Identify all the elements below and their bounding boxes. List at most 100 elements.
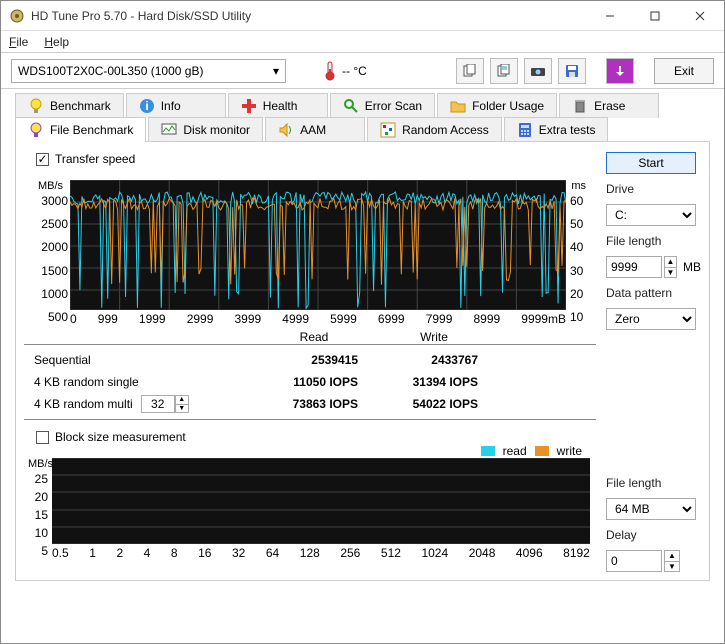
result-read: 73863 IOPS bbox=[254, 397, 374, 411]
result-write: 2433767 bbox=[374, 353, 494, 367]
info-icon: i bbox=[139, 98, 155, 114]
tab-file-benchmark[interactable]: File Benchmark bbox=[15, 117, 146, 142]
axis-tick: 1000 bbox=[36, 287, 68, 301]
results-hdr-read: Read bbox=[254, 330, 374, 344]
menu-help[interactable]: Help bbox=[44, 35, 69, 49]
svg-text:i: i bbox=[145, 99, 148, 113]
start-button[interactable]: Start bbox=[606, 152, 696, 174]
result-row: 4 KB random multi▲▼73863 IOPS54022 IOPS bbox=[24, 393, 596, 415]
copy-info-button[interactable] bbox=[456, 58, 484, 84]
random-icon bbox=[380, 122, 396, 138]
tab-health[interactable]: Health bbox=[228, 93, 328, 118]
block-size-checkbox[interactable]: Block size measurement bbox=[36, 430, 596, 444]
tabs-row-2: File BenchmarkDisk monitorAAMRandom Acce… bbox=[1, 117, 724, 141]
chart1-y-left-axis: 30002500200015001000500 bbox=[36, 194, 68, 324]
result-read: 11050 IOPS bbox=[254, 375, 374, 389]
folder-icon bbox=[450, 98, 466, 114]
exit-button[interactable]: Exit bbox=[654, 58, 714, 84]
transfer-speed-chart: MB/s ms 30002500200015001000500 60504030… bbox=[24, 180, 596, 326]
maximize-button[interactable] bbox=[632, 2, 677, 30]
tab-label: Health bbox=[263, 99, 298, 113]
tab-aam[interactable]: AAM bbox=[265, 117, 365, 142]
file-length2-select[interactable]: 64 MB bbox=[606, 498, 696, 520]
tab-info[interactable]: iInfo bbox=[126, 93, 226, 118]
axis-tick: 10 bbox=[570, 310, 590, 324]
transfer-speed-checkbox[interactable]: ✓ Transfer speed bbox=[36, 152, 596, 166]
chart2-y-left-axis: 252015105 bbox=[28, 472, 48, 558]
axis-tick: 4 bbox=[144, 546, 151, 560]
tab-random-access[interactable]: Random Access bbox=[367, 117, 502, 142]
file-length-unit: MB bbox=[683, 260, 701, 274]
file-length2-label: File length bbox=[606, 476, 701, 490]
bulb-alt-icon bbox=[28, 122, 44, 138]
copy-text-button[interactable] bbox=[490, 58, 518, 84]
axis-tick: 3000 bbox=[36, 194, 68, 208]
drive-letter-select[interactable]: C: bbox=[606, 204, 696, 226]
axis-tick: 2000 bbox=[36, 240, 68, 254]
axis-tick: 6999 bbox=[378, 312, 405, 326]
result-row: 4 KB random single11050 IOPS31394 IOPS bbox=[24, 371, 596, 393]
axis-tick: 25 bbox=[28, 472, 48, 486]
delay-stepper[interactable]: ▲▼ bbox=[606, 550, 701, 572]
axis-tick: 20 bbox=[28, 490, 48, 504]
axis-tick: 20 bbox=[570, 287, 590, 301]
axis-tick: 8192 bbox=[563, 546, 590, 560]
stepper-buttons[interactable]: ▲▼ bbox=[664, 256, 677, 278]
tab-erase[interactable]: Erase bbox=[559, 93, 659, 118]
temperature-value: -- °C bbox=[342, 64, 367, 78]
tab-folder-usage[interactable]: Folder Usage bbox=[437, 93, 557, 118]
threads-input[interactable] bbox=[141, 395, 175, 413]
axis-tick: 60 bbox=[570, 194, 590, 208]
tab-extra-tests[interactable]: Extra tests bbox=[504, 117, 609, 142]
screenshot-button[interactable] bbox=[524, 58, 552, 84]
chart2-legend: read write bbox=[481, 444, 582, 458]
axis-tick: 15 bbox=[28, 508, 48, 522]
stepper-buttons[interactable]: ▲▼ bbox=[664, 550, 680, 572]
app-icon bbox=[9, 8, 25, 24]
chart1-yunit-right: ms bbox=[571, 180, 586, 192]
file-length-input[interactable] bbox=[606, 256, 662, 278]
tab-label: Erase bbox=[594, 99, 625, 113]
data-pattern-select[interactable]: Zero bbox=[606, 308, 696, 330]
axis-tick: 5 bbox=[28, 544, 48, 558]
drive-select-value: WDS100T2X0C-00L350 (1000 gB) bbox=[18, 64, 203, 78]
axis-tick: 512 bbox=[381, 546, 401, 560]
axis-tick: 4999 bbox=[282, 312, 309, 326]
threads-stepper[interactable]: ▲▼ bbox=[141, 395, 189, 413]
check-icon: ✓ bbox=[36, 153, 49, 166]
delay-input[interactable] bbox=[606, 550, 662, 572]
axis-tick: 1999 bbox=[139, 312, 166, 326]
tab-error-scan[interactable]: Error Scan bbox=[330, 93, 435, 118]
chart2-x-axis: 0.512481632641282565121024204840968192 bbox=[52, 546, 590, 560]
menu-file[interactable]: File bbox=[9, 35, 28, 49]
result-row: Sequential25394152433767 bbox=[24, 349, 596, 371]
axis-tick: 0 bbox=[70, 312, 77, 326]
thermometer-icon bbox=[322, 61, 338, 81]
options-button[interactable] bbox=[606, 58, 634, 84]
axis-tick: 64 bbox=[266, 546, 279, 560]
tab-benchmark[interactable]: Benchmark bbox=[15, 93, 124, 118]
minimize-button[interactable] bbox=[587, 2, 632, 30]
axis-tick: 8 bbox=[171, 546, 178, 560]
save-button[interactable] bbox=[558, 58, 586, 84]
axis-tick: 32 bbox=[232, 546, 245, 560]
axis-tick: 256 bbox=[340, 546, 360, 560]
block-size-label: Block size measurement bbox=[55, 430, 186, 444]
axis-tick: 1500 bbox=[36, 264, 68, 278]
axis-tick: 16 bbox=[198, 546, 211, 560]
block-size-chart: MB/s 252015105 read write 0.512481632641… bbox=[24, 458, 596, 560]
tab-label: Benchmark bbox=[50, 99, 111, 113]
file-length-stepper[interactable]: ▲▼ MB bbox=[606, 256, 701, 278]
drive-select[interactable]: WDS100T2X0C-00L350 (1000 gB) ▾ bbox=[11, 59, 286, 83]
window-title: HD Tune Pro 5.70 - Hard Disk/SSD Utility bbox=[31, 9, 587, 23]
tab-disk-monitor[interactable]: Disk monitor bbox=[148, 117, 263, 142]
checkbox-empty-icon bbox=[36, 431, 49, 444]
axis-tick: 1024 bbox=[421, 546, 448, 560]
axis-tick: 30 bbox=[570, 264, 590, 278]
side-panel: Start Drive C: File length ▲▼ MB Data pa… bbox=[606, 150, 701, 572]
result-label: 4 KB random single bbox=[34, 375, 139, 389]
file-length-label: File length bbox=[606, 234, 701, 248]
axis-tick: 0.5 bbox=[52, 546, 69, 560]
axis-tick: 2999 bbox=[187, 312, 214, 326]
close-button[interactable] bbox=[677, 2, 722, 30]
